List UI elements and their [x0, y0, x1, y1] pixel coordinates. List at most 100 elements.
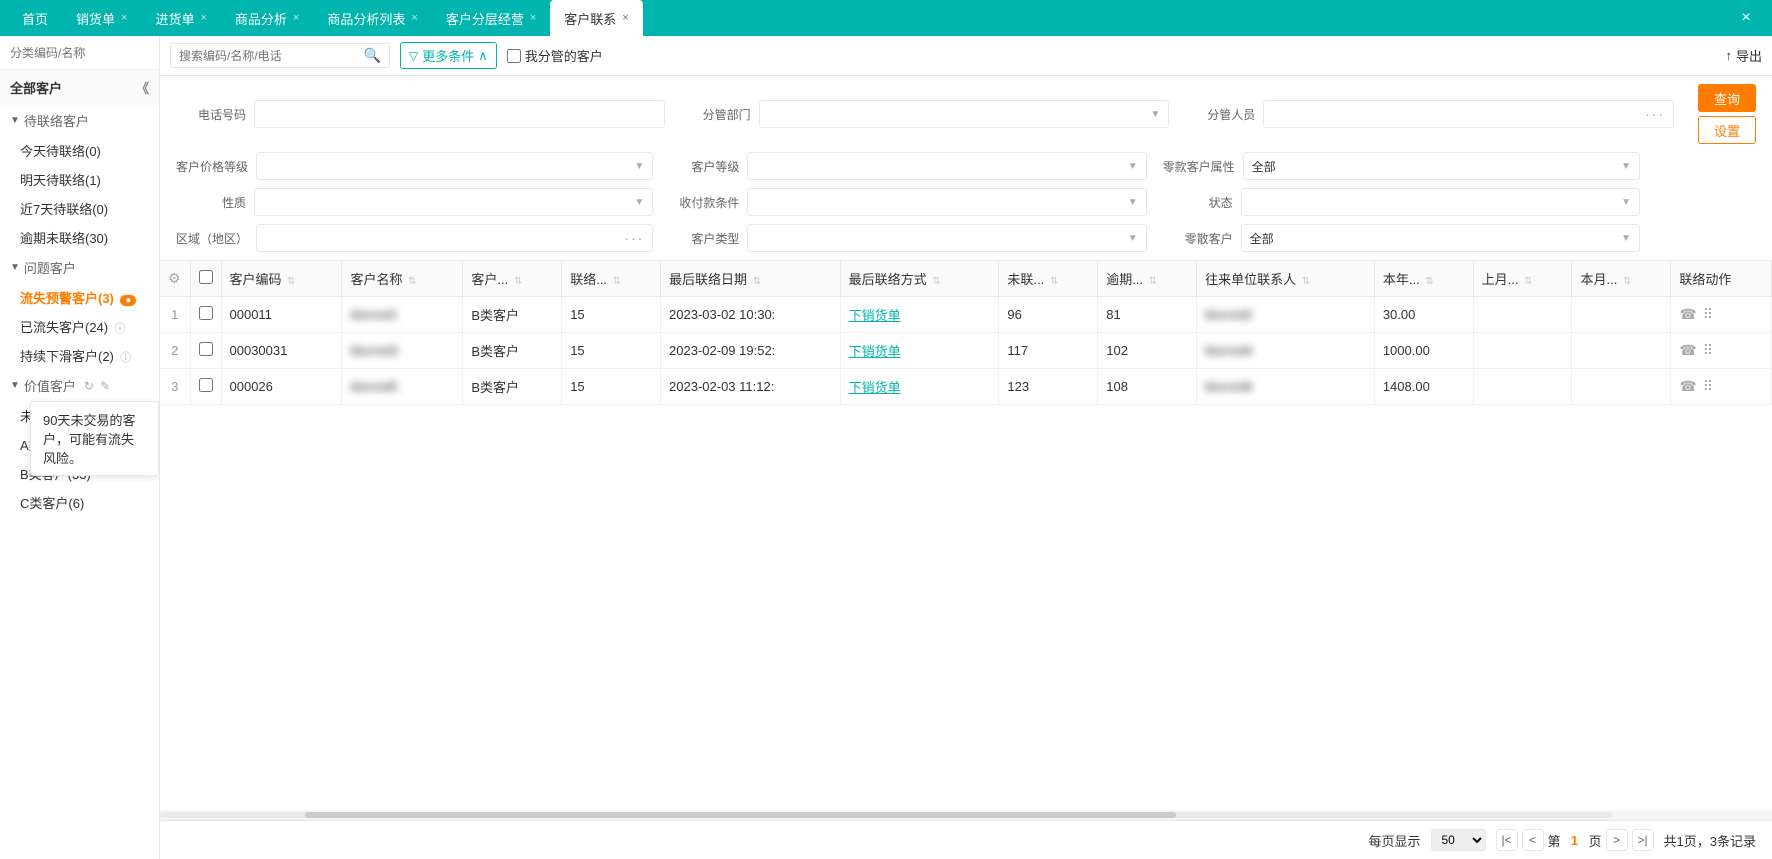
- price-level-select[interactable]: ▼: [256, 152, 653, 180]
- edit-icon[interactable]: ✎: [100, 379, 110, 393]
- filter-row-4: 区域（地区） ··· 客户类型 ▼ 零散客户 全部: [176, 224, 1756, 252]
- customer-type-select[interactable]: ▼: [747, 224, 1146, 252]
- close-sales-tab-icon[interactable]: ×: [121, 12, 127, 24]
- already-lost-item[interactable]: 已流失客户(24) ⓘ: [0, 312, 159, 341]
- value-customers-section[interactable]: ▼ 价值客户 ↻ ✎: [0, 370, 159, 401]
- query-button[interactable]: 查询: [1698, 84, 1756, 112]
- already-lost-info-icon: ⓘ: [114, 323, 125, 335]
- row-checkbox[interactable]: [199, 342, 213, 356]
- last-method-link[interactable]: 下销货单: [849, 308, 901, 323]
- gender-select[interactable]: ▼: [254, 188, 653, 216]
- close-customer-contact-tab-icon[interactable]: ×: [622, 12, 628, 24]
- tooltip-box: 90天未交易的客户，可能有流失风险。: [30, 401, 159, 476]
- tomorrow-contact-item[interactable]: 明天待联络(1): [0, 165, 159, 194]
- contact-action-icon[interactable]: ☎: [1679, 306, 1696, 323]
- last-date-col-header[interactable]: 最后联络日期 ⇅: [661, 261, 841, 297]
- close-product-list-tab-icon[interactable]: ×: [411, 12, 417, 24]
- cash-attr-select[interactable]: 全部 ▼: [1243, 152, 1640, 180]
- row-checkbox[interactable]: [199, 306, 213, 320]
- phone-input[interactable]: [254, 100, 665, 128]
- more-action-icon[interactable]: ⠿: [1703, 342, 1713, 359]
- sidebar-search-input[interactable]: [10, 46, 160, 60]
- tab-home[interactable]: 首页: [8, 0, 62, 36]
- export-button[interactable]: ↑ 导出: [1725, 46, 1762, 65]
- scrollbar-thumb[interactable]: [305, 812, 1176, 818]
- tab-product-analysis[interactable]: 商品分析 ×: [221, 0, 313, 36]
- region-select[interactable]: ···: [256, 224, 653, 252]
- row-last-month: [1473, 369, 1572, 405]
- last-method-link[interactable]: 下销货单: [849, 380, 901, 395]
- more-action-icon[interactable]: ⠿: [1703, 378, 1713, 395]
- close-purchase-tab-icon[interactable]: ×: [200, 12, 206, 24]
- last-month-sort-icon: ⇅: [1524, 276, 1532, 287]
- cash-customer-select[interactable]: 全部 ▼: [1241, 224, 1640, 252]
- contact-count-sort-icon: ⇅: [613, 276, 621, 287]
- last-page-button[interactable]: >|: [1632, 829, 1654, 851]
- settings-button[interactable]: 设置: [1698, 116, 1756, 144]
- settings-col-header[interactable]: ⚙: [160, 261, 190, 297]
- today-contact-item[interactable]: 今天待联络(0): [0, 136, 159, 165]
- refresh-icon[interactable]: ↻: [84, 379, 94, 393]
- tab-customer-contact[interactable]: 客户联系 ×: [550, 0, 642, 36]
- last-month-col-header[interactable]: 上月... ⇅: [1473, 261, 1572, 297]
- declining-item[interactable]: 持续下滑客户(2) ⓘ: [0, 341, 159, 370]
- week-contact-item[interactable]: 近7天待联络(0): [0, 194, 159, 223]
- person-select[interactable]: ···: [1263, 100, 1674, 128]
- contact-count-col-header[interactable]: 联络... ⇅: [562, 261, 661, 297]
- class-c-item[interactable]: C类客户(6): [0, 488, 159, 517]
- prev-page-button[interactable]: <: [1522, 829, 1544, 851]
- collapse-icon[interactable]: 《: [136, 78, 149, 97]
- pending-contact-section[interactable]: ▼ 待联络客户: [0, 105, 159, 136]
- row-last-month: [1473, 297, 1572, 333]
- row-checkbox[interactable]: [199, 378, 213, 392]
- column-settings-icon[interactable]: ⚙: [168, 270, 181, 286]
- at-risk-label: 问题客户: [24, 258, 76, 277]
- contact-action-icon[interactable]: ☎: [1679, 342, 1696, 359]
- my-customers-checkbox[interactable]: [507, 49, 521, 63]
- dept-select[interactable]: ▼: [759, 100, 1170, 128]
- at-risk-section[interactable]: ▼ 问题客户: [0, 252, 159, 283]
- row-code: 000026: [221, 369, 342, 405]
- code-col-header[interactable]: 客户编码 ⇅: [221, 261, 342, 297]
- this-month-col-header[interactable]: 本月... ⇅: [1572, 261, 1671, 297]
- tab-sales[interactable]: 销货单 ×: [62, 0, 141, 36]
- first-page-button[interactable]: |<: [1496, 829, 1518, 851]
- close-product-analysis-tab-icon[interactable]: ×: [293, 12, 299, 24]
- more-action-icon[interactable]: ⠿: [1703, 306, 1713, 323]
- cash-attr-label: 零款客户属性: [1163, 158, 1235, 175]
- name-col-header[interactable]: 客户名称 ⇅: [342, 261, 463, 297]
- lost-predicted-item[interactable]: 流失预警客户(3) ●: [0, 283, 159, 312]
- overdue-col-header[interactable]: 逾期... ⇅: [1098, 261, 1197, 297]
- all-customers-header[interactable]: 全部客户 《: [0, 70, 159, 105]
- tab-customer-tier[interactable]: 客户分层经营 ×: [432, 0, 550, 36]
- filter-chevron-icon: ∧: [478, 48, 488, 64]
- tab-purchase[interactable]: 进货单 ×: [141, 0, 220, 36]
- close-customer-tier-tab-icon[interactable]: ×: [530, 12, 536, 24]
- overdue-contact-item[interactable]: 逾期未联络(30): [0, 223, 159, 252]
- select-all-checkbox[interactable]: [199, 270, 213, 284]
- customer-level-select[interactable]: ▼: [747, 152, 1146, 180]
- status-select[interactable]: ▼: [1241, 188, 1640, 216]
- unit-contact-col-header[interactable]: 往来单位联系人 ⇅: [1197, 261, 1375, 297]
- last-method-col-header[interactable]: 最后联络方式 ⇅: [840, 261, 999, 297]
- horizontal-scrollbar[interactable]: [160, 810, 1772, 820]
- window-close-button[interactable]: ×: [1728, 0, 1764, 36]
- tab-product-list[interactable]: 商品分析列表 ×: [313, 0, 431, 36]
- next-page-button[interactable]: >: [1606, 829, 1628, 851]
- status-arrow-icon: ▼: [1621, 197, 1631, 208]
- filter-button[interactable]: ▽ 更多条件 ∧: [400, 42, 497, 69]
- contact-action-icon[interactable]: ☎: [1679, 378, 1696, 395]
- payment-select[interactable]: ▼: [747, 188, 1146, 216]
- at-risk-arrow: ▼: [10, 262, 20, 273]
- search-input[interactable]: [179, 49, 358, 63]
- cash-customer-field: 零散客户 全部 ▼: [1163, 224, 1640, 252]
- not-contacted-col-header[interactable]: 未联... ⇅: [999, 261, 1098, 297]
- pending-contact-arrow: ▼: [10, 115, 20, 126]
- last-method-link[interactable]: 下销货单: [849, 344, 901, 359]
- scrollbar-track[interactable]: [160, 812, 1612, 818]
- page-size-select[interactable]: 50 100 200: [1431, 829, 1486, 851]
- search-submit-icon[interactable]: 🔍: [364, 47, 381, 64]
- region-label: 区域（地区）: [176, 230, 248, 247]
- this-year-col-header[interactable]: 本年... ⇅: [1374, 261, 1473, 297]
- type-col-header[interactable]: 客户... ⇅: [463, 261, 562, 297]
